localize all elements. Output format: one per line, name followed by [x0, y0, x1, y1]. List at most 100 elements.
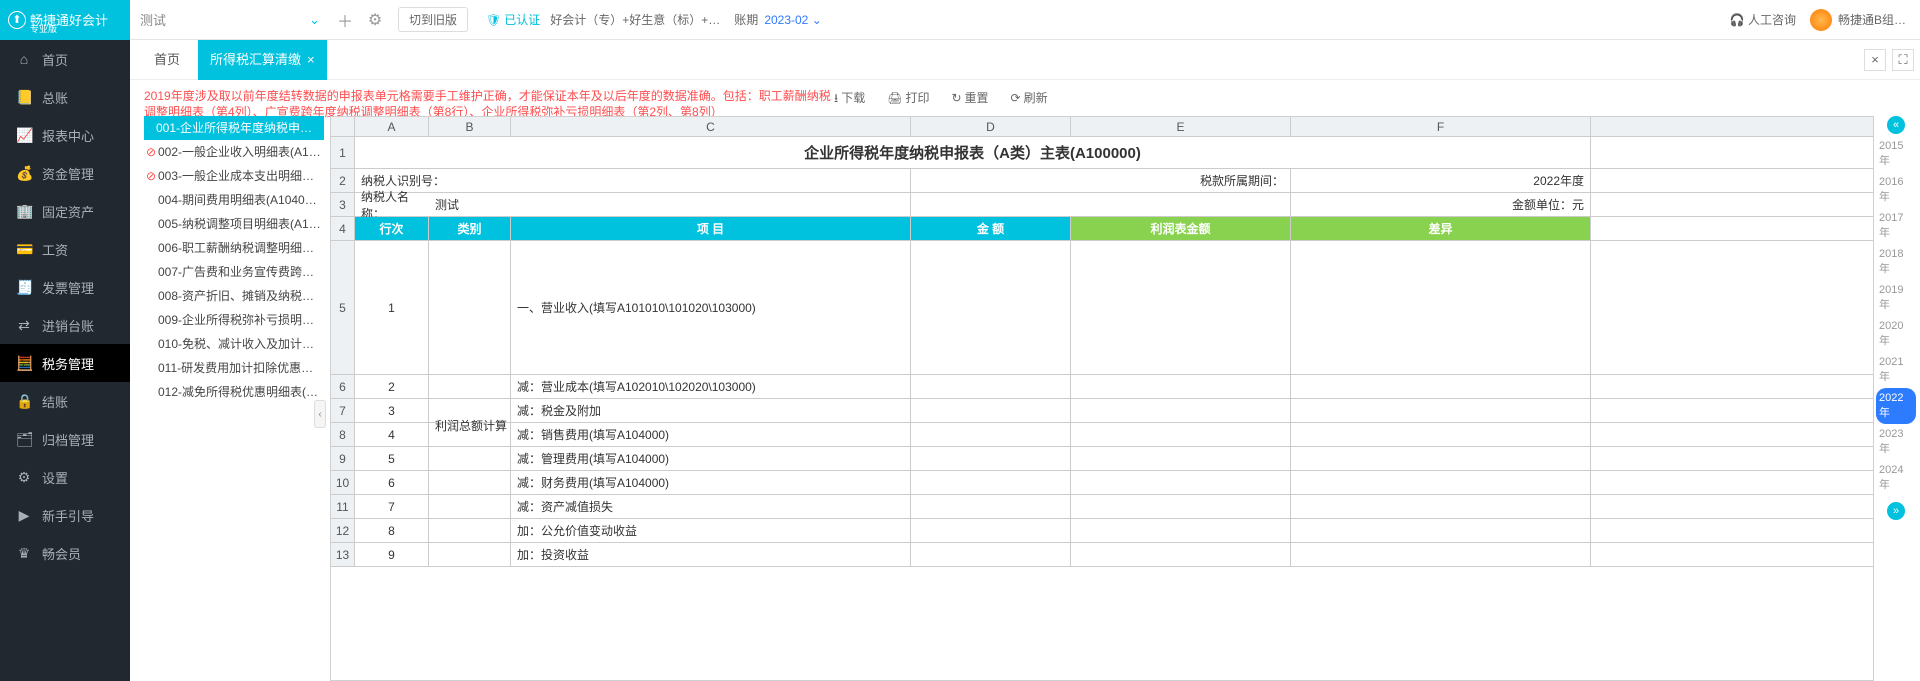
sidebar-item[interactable]: ⌂首页: [0, 40, 130, 78]
cell[interactable]: 纳税人识别号：: [355, 169, 911, 192]
user-menu[interactable]: 畅捷通B组…: [1810, 9, 1906, 31]
cell[interactable]: [1291, 241, 1591, 374]
cell[interactable]: 减：资产减值损失: [511, 495, 911, 518]
add-icon[interactable]: ＋: [330, 8, 360, 32]
cell[interactable]: [911, 471, 1071, 494]
cell[interactable]: 2: [355, 375, 429, 398]
year-down-icon[interactable]: »: [1887, 502, 1905, 520]
cell[interactable]: 税款所属期间：: [911, 169, 1291, 192]
cell[interactable]: 一、营业收入(填写A101010\101020\103000): [511, 241, 911, 374]
cell[interactable]: 加：投资收益: [511, 543, 911, 566]
tab-home[interactable]: 首页: [142, 40, 192, 80]
cell[interactable]: [1071, 241, 1291, 374]
cell[interactable]: [911, 375, 1071, 398]
close-tab-button[interactable]: ×: [1864, 49, 1886, 71]
close-icon[interactable]: ×: [307, 40, 315, 80]
collapse-tree-icon[interactable]: ‹: [314, 400, 326, 428]
sidebar-item[interactable]: 📒总账: [0, 78, 130, 116]
cell[interactable]: [1071, 471, 1291, 494]
tree-item[interactable]: 005-纳税调整项目明细表(A1…: [144, 212, 324, 236]
cell[interactable]: [1071, 495, 1291, 518]
tree-item[interactable]: 001-企业所得税年度纳税申…: [144, 116, 324, 140]
cell[interactable]: [911, 423, 1071, 446]
reset-button[interactable]: ↻ 重置: [951, 90, 988, 106]
col-header[interactable]: C: [511, 117, 911, 136]
cell[interactable]: 2022年度: [1291, 169, 1591, 192]
cell[interactable]: 3: [355, 399, 429, 422]
tree-item[interactable]: 006-职工薪酬纳税调整明细…: [144, 236, 324, 260]
tree-item[interactable]: 011-研发费用加计扣除优惠…: [144, 356, 324, 380]
row-header[interactable]: 1: [331, 137, 355, 168]
cell[interactable]: 减：财务费用(填写A104000): [511, 471, 911, 494]
sidebar-item[interactable]: 🗂归档管理: [0, 420, 130, 458]
download-button[interactable]: ⭳ 下载: [834, 90, 865, 106]
old-version-button[interactable]: 切到旧版: [398, 7, 468, 32]
row-header[interactable]: 8: [331, 423, 355, 446]
cell[interactable]: 1: [355, 241, 429, 374]
cell[interactable]: 4: [355, 423, 429, 446]
year-item[interactable]: 2016年: [1876, 172, 1916, 208]
cell[interactable]: [429, 241, 511, 374]
cell[interactable]: [429, 495, 511, 518]
row-header[interactable]: 6: [331, 375, 355, 398]
consult-link[interactable]: 🎧 人工咨询: [1730, 11, 1796, 28]
col-header[interactable]: B: [429, 117, 511, 136]
row-header[interactable]: 5: [331, 241, 355, 374]
cell[interactable]: [911, 399, 1071, 422]
tree-item[interactable]: 010-免税、减计收入及加计…: [144, 332, 324, 356]
year-item[interactable]: 2022年: [1876, 388, 1916, 424]
tree-item[interactable]: 009-企业所得税弥补亏损明…: [144, 308, 324, 332]
cell[interactable]: [1071, 543, 1291, 566]
row-header[interactable]: 3: [331, 193, 355, 216]
cell[interactable]: [1071, 519, 1291, 542]
org-select[interactable]: 测试 ⌄: [130, 10, 330, 29]
cell[interactable]: [1291, 543, 1591, 566]
tree-item[interactable]: 004-期间费用明细表(A1040…: [144, 188, 324, 212]
year-item[interactable]: 2017年: [1876, 208, 1916, 244]
row-header[interactable]: 7: [331, 399, 355, 422]
cell[interactable]: 9: [355, 543, 429, 566]
cell[interactable]: [429, 471, 511, 494]
year-item[interactable]: 2020年: [1876, 316, 1916, 352]
cell[interactable]: 纳税人名称：: [355, 193, 429, 216]
sidebar-item[interactable]: ▶新手引导: [0, 496, 130, 534]
cell[interactable]: 加：公允价值变动收益: [511, 519, 911, 542]
cell[interactable]: [1071, 423, 1291, 446]
cell[interactable]: [1291, 447, 1591, 470]
cell[interactable]: 5: [355, 447, 429, 470]
tree-item[interactable]: ⊘002-一般企业收入明细表(A1…: [144, 140, 324, 164]
row-header[interactable]: 13: [331, 543, 355, 566]
year-item[interactable]: 2024年: [1876, 460, 1916, 496]
sidebar-item[interactable]: 🏢固定资产: [0, 192, 130, 230]
cell[interactable]: [429, 447, 511, 470]
tree-item[interactable]: 012-减免所得税优惠明细表(…: [144, 380, 324, 404]
cell[interactable]: [1291, 375, 1591, 398]
cell[interactable]: [911, 519, 1071, 542]
sidebar-item[interactable]: ⚙设置: [0, 458, 130, 496]
cell[interactable]: 减：税金及附加: [511, 399, 911, 422]
select-all-corner[interactable]: [331, 117, 355, 136]
year-item[interactable]: 2019年: [1876, 280, 1916, 316]
col-header[interactable]: F: [1291, 117, 1591, 136]
cell[interactable]: 减：营业成本(填写A102010\102020\103000): [511, 375, 911, 398]
cell[interactable]: 测试: [429, 193, 911, 216]
sidebar-item[interactable]: ♛畅会员: [0, 534, 130, 572]
cell[interactable]: [911, 241, 1071, 374]
year-item[interactable]: 2021年: [1876, 352, 1916, 388]
sidebar-item[interactable]: 📈报表中心: [0, 116, 130, 154]
expand-button[interactable]: ⛶: [1892, 49, 1914, 71]
sidebar-item[interactable]: 💰资金管理: [0, 154, 130, 192]
cell[interactable]: [429, 375, 511, 398]
sidebar-item[interactable]: 🧮税务管理: [0, 344, 130, 382]
cell[interactable]: 金额单位：元: [1291, 193, 1591, 216]
cell[interactable]: [1291, 519, 1591, 542]
sidebar-item[interactable]: 🔒结账: [0, 382, 130, 420]
row-header[interactable]: 11: [331, 495, 355, 518]
tab-active[interactable]: 所得税汇算清缴 ×: [198, 40, 327, 80]
sidebar-item[interactable]: 💳工资: [0, 230, 130, 268]
row-header[interactable]: 10: [331, 471, 355, 494]
tree-item[interactable]: 008-资产折旧、摊销及纳税…: [144, 284, 324, 308]
cell[interactable]: 8: [355, 519, 429, 542]
year-item[interactable]: 2023年: [1876, 424, 1916, 460]
period-value[interactable]: 2023-02 ⌄: [764, 13, 821, 27]
